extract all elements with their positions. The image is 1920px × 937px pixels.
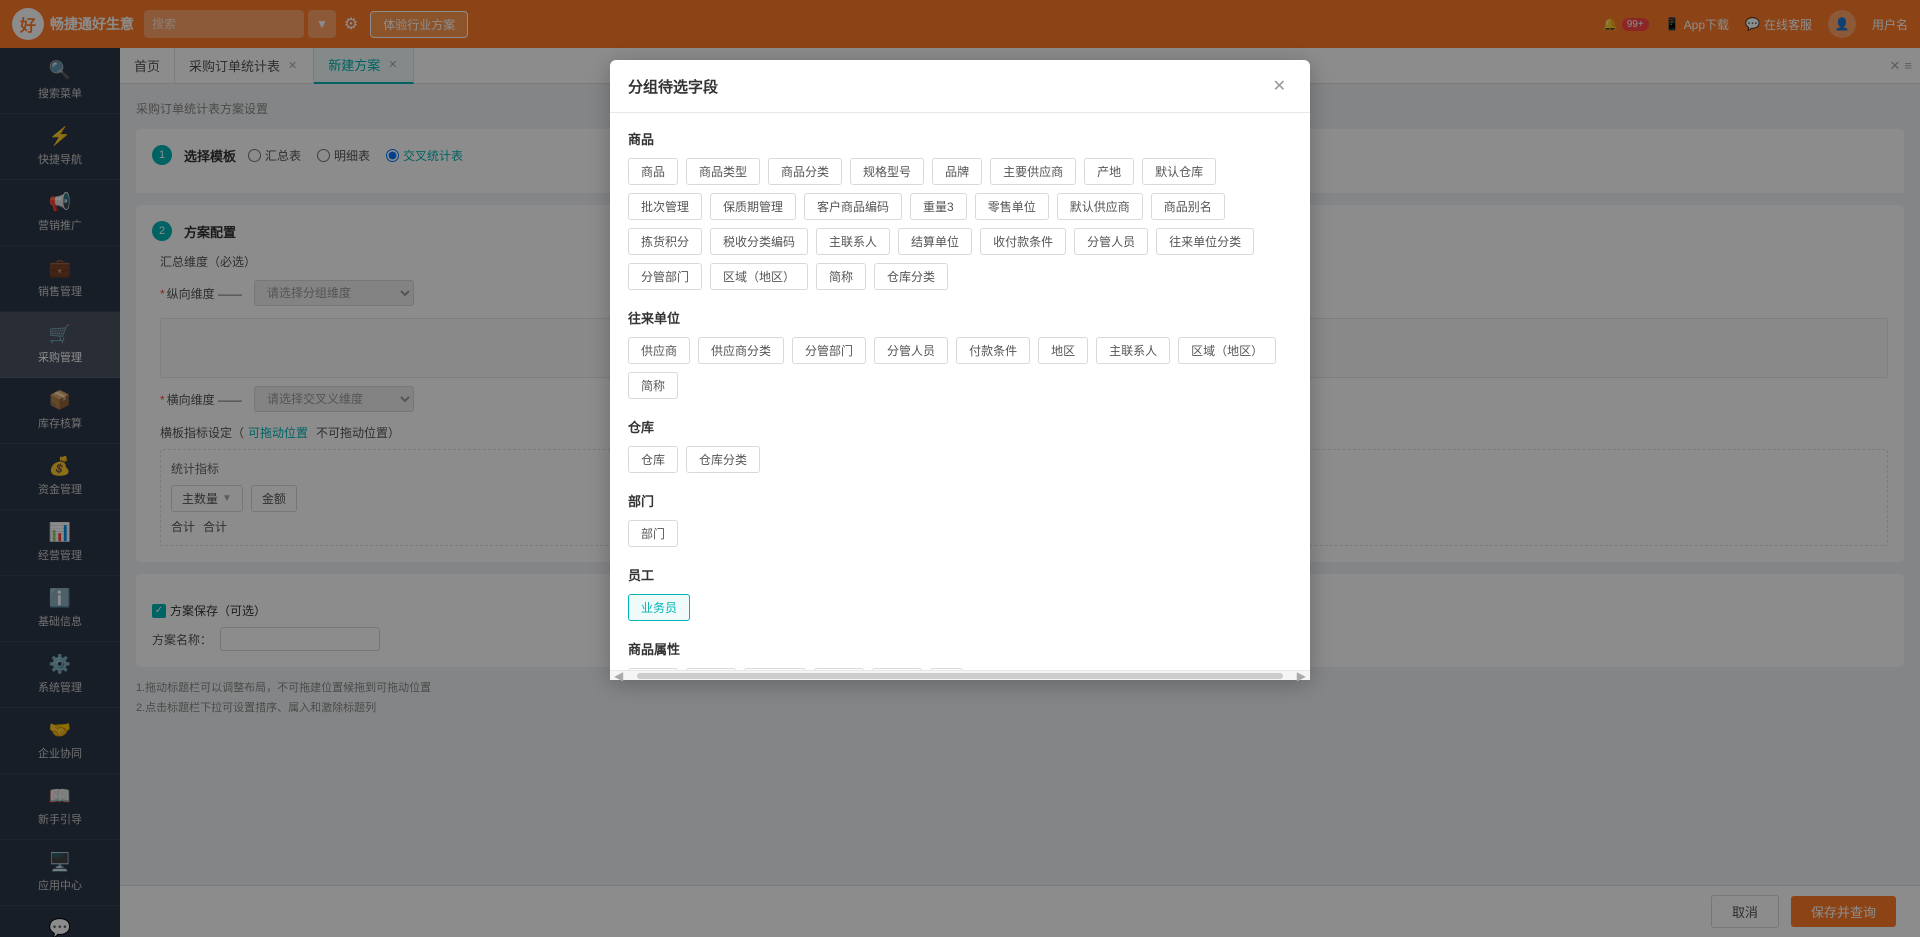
- modal-hscroll[interactable]: ◀ ▶: [610, 670, 1310, 680]
- field-tag[interactable]: 商品类型: [686, 158, 760, 185]
- field-tag[interactable]: 主联系人: [816, 228, 890, 255]
- field-tag[interactable]: 结算单位: [898, 228, 972, 255]
- field-tag[interactable]: 产地: [1084, 158, 1134, 185]
- field-tag[interactable]: 商品: [628, 158, 678, 185]
- field-tag[interactable]: 税收分类编码: [710, 228, 808, 255]
- field-tag[interactable]: 拣货积分: [628, 228, 702, 255]
- field-tag[interactable]: 简称: [628, 372, 678, 399]
- modal-header: 分组待选字段 ✕: [610, 60, 1310, 113]
- field-tag[interactable]: 商品别名: [1151, 193, 1225, 220]
- modal-section-title: 往来单位: [628, 308, 1292, 327]
- field-tags: 商品商品类型商品分类规格型号品牌主要供应商产地默认仓库批次管理保质期管理客户商品…: [628, 158, 1292, 290]
- field-tags: 业务员: [628, 594, 1292, 621]
- field-tag[interactable]: 分管人员: [874, 337, 948, 364]
- field-tag[interactable]: 主联系人: [1096, 337, 1170, 364]
- field-tag[interactable]: 地区: [1038, 337, 1088, 364]
- modal-section-商品: 商品商品商品类型商品分类规格型号品牌主要供应商产地默认仓库批次管理保质期管理客户…: [628, 129, 1292, 290]
- modal-body: 商品商品商品类型商品分类规格型号品牌主要供应商产地默认仓库批次管理保质期管理客户…: [610, 113, 1310, 670]
- field-tag[interactable]: 品牌: [932, 158, 982, 185]
- modal-section-title: 商品属性: [628, 639, 1292, 658]
- field-tags: 供应商供应商分类分管部门分管人员付款条件地区主联系人区域（地区） 简称: [628, 337, 1292, 399]
- field-tag[interactable]: 部门: [628, 520, 678, 547]
- modal-section-商品属性: 商品属性属性颜色多规格尺码鞋码1: [628, 639, 1292, 670]
- modal-section-title: 仓库: [628, 417, 1292, 436]
- field-tag[interactable]: 分管部门: [628, 263, 702, 290]
- field-tag[interactable]: 默认供应商: [1057, 193, 1143, 220]
- modal-close-btn[interactable]: ✕: [1267, 74, 1292, 98]
- modal-section-仓库: 仓库仓库仓库分类: [628, 417, 1292, 473]
- modal-section-title: 商品: [628, 129, 1292, 148]
- field-tag[interactable]: 区域（地区）: [710, 263, 808, 290]
- field-tag[interactable]: 分管人员: [1074, 228, 1148, 255]
- field-tag[interactable]: 零售单位: [975, 193, 1049, 220]
- field-tag[interactable]: 规格型号: [850, 158, 924, 185]
- hscroll-right-arrow[interactable]: ▶: [1293, 669, 1310, 683]
- modal-section-title: 部门: [628, 491, 1292, 510]
- field-tags: 仓库仓库分类: [628, 446, 1292, 473]
- field-tag[interactable]: 客户商品编码: [804, 193, 902, 220]
- field-tag[interactable]: 商品分类: [768, 158, 842, 185]
- modal-section-title: 员工: [628, 565, 1292, 584]
- field-tag[interactable]: 供应商: [628, 337, 690, 364]
- field-tag[interactable]: 分管部门: [792, 337, 866, 364]
- field-tag[interactable]: 业务员: [628, 594, 690, 621]
- field-tag[interactable]: 仓库分类: [686, 446, 760, 473]
- hscroll-bar: [637, 673, 1283, 679]
- field-tag[interactable]: 收付款条件: [980, 228, 1066, 255]
- modal-overlay: 分组待选字段 ✕ 商品商品商品类型商品分类规格型号品牌主要供应商产地默认仓库批次…: [0, 0, 1920, 937]
- field-tag[interactable]: 供应商分类: [698, 337, 784, 364]
- field-tag[interactable]: 保质期管理: [710, 193, 796, 220]
- field-tag[interactable]: 往来单位分类: [1156, 228, 1254, 255]
- field-tags: 部门: [628, 520, 1292, 547]
- field-tag[interactable]: 仓库: [628, 446, 678, 473]
- modal-title: 分组待选字段: [628, 76, 718, 97]
- field-tag[interactable]: 付款条件: [956, 337, 1030, 364]
- field-tag[interactable]: 主要供应商: [990, 158, 1076, 185]
- modal: 分组待选字段 ✕ 商品商品商品类型商品分类规格型号品牌主要供应商产地默认仓库批次…: [610, 60, 1310, 680]
- modal-section-部门: 部门部门: [628, 491, 1292, 547]
- modal-section-往来单位: 往来单位供应商供应商分类分管部门分管人员付款条件地区主联系人区域（地区） 简称: [628, 308, 1292, 399]
- field-tag[interactable]: 仓库分类: [874, 263, 948, 290]
- field-tag[interactable]: 默认仓库: [1142, 158, 1216, 185]
- modal-section-员工: 员工业务员: [628, 565, 1292, 621]
- field-tag[interactable]: 重量3: [910, 193, 967, 220]
- field-tag[interactable]: 区域（地区）: [1178, 337, 1276, 364]
- field-tag[interactable]: 简称: [816, 263, 866, 290]
- field-tag[interactable]: 批次管理: [628, 193, 702, 220]
- hscroll-left-arrow[interactable]: ◀: [610, 669, 627, 683]
